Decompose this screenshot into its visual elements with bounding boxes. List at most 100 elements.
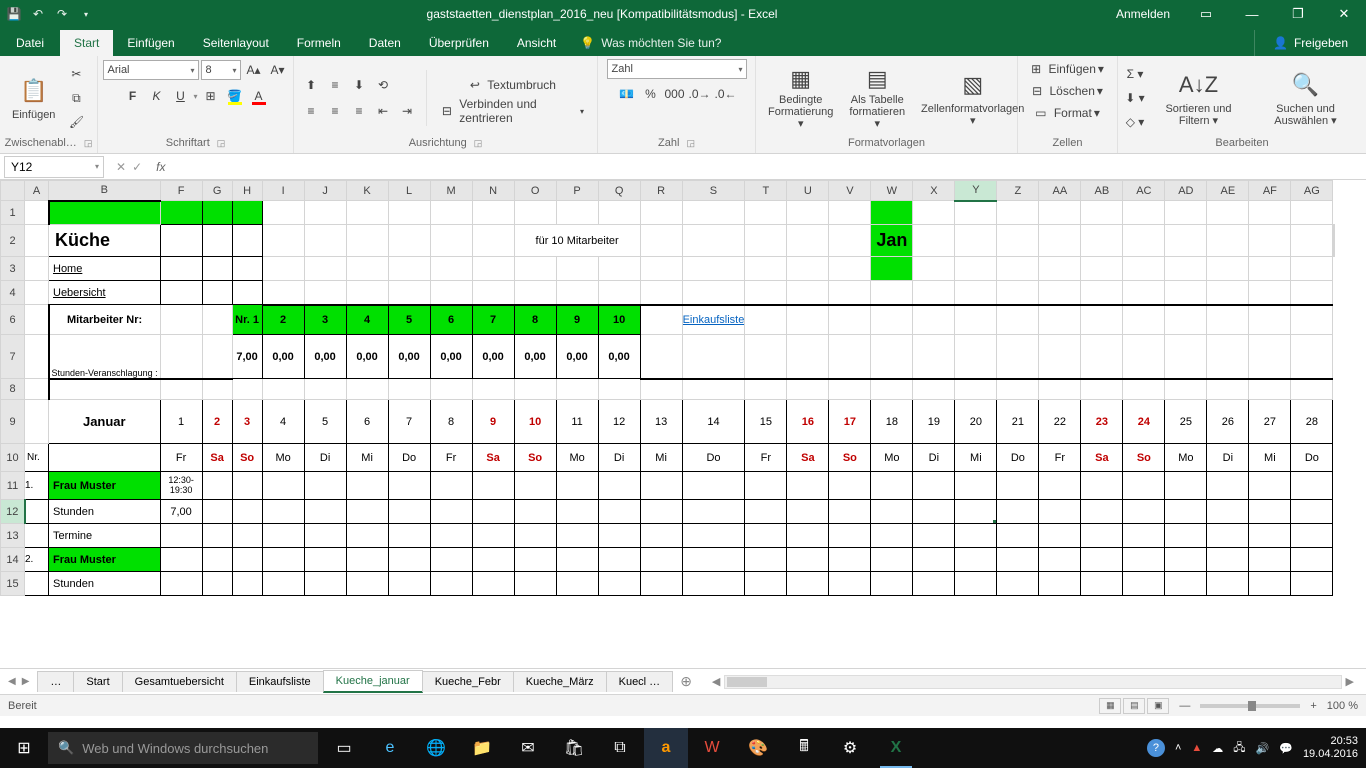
cell[interactable] bbox=[997, 305, 1039, 335]
cell[interactable] bbox=[1081, 548, 1123, 572]
col-header[interactable]: AD bbox=[1165, 181, 1207, 201]
row-header[interactable]: 15 bbox=[1, 572, 25, 596]
cell[interactable] bbox=[640, 201, 682, 225]
cell[interactable] bbox=[202, 572, 232, 596]
cell[interactable] bbox=[598, 201, 640, 225]
help-icon[interactable]: ? bbox=[1147, 739, 1165, 757]
cell[interactable] bbox=[514, 548, 556, 572]
cell[interactable] bbox=[472, 379, 514, 400]
cell[interactable] bbox=[25, 379, 49, 400]
qat-dropdown-icon[interactable]: ▾ bbox=[78, 6, 94, 22]
cell[interactable] bbox=[1081, 472, 1123, 500]
cell[interactable] bbox=[1249, 201, 1291, 225]
cell[interactable] bbox=[1207, 548, 1249, 572]
cell[interactable] bbox=[1165, 572, 1207, 596]
cell[interactable] bbox=[514, 500, 556, 524]
col-header[interactable]: F bbox=[160, 181, 202, 201]
cell[interactable] bbox=[1081, 572, 1123, 596]
volume-icon[interactable]: 🔊 bbox=[1256, 742, 1270, 755]
cell[interactable] bbox=[472, 201, 514, 225]
tab-layout[interactable]: Seitenlayout bbox=[189, 30, 283, 56]
cell[interactable] bbox=[682, 548, 745, 572]
cell[interactable] bbox=[1291, 281, 1333, 305]
cell[interactable] bbox=[745, 379, 787, 400]
row-header[interactable]: 6 bbox=[1, 305, 25, 335]
cell[interactable] bbox=[997, 225, 1039, 257]
cell[interactable] bbox=[304, 225, 346, 257]
cell[interactable] bbox=[1081, 379, 1123, 400]
notifications-icon[interactable]: 💬 bbox=[1279, 742, 1293, 755]
cell[interactable] bbox=[232, 281, 262, 305]
cell[interactable] bbox=[955, 524, 997, 548]
zoom-slider[interactable] bbox=[1200, 704, 1300, 708]
cell[interactable] bbox=[1291, 472, 1333, 500]
cell[interactable] bbox=[913, 379, 955, 400]
border-icon[interactable]: ⊞ bbox=[200, 85, 222, 107]
cell[interactable] bbox=[829, 201, 871, 225]
horizontal-scrollbar[interactable] bbox=[724, 675, 1341, 689]
align-right-icon[interactable]: ≡ bbox=[348, 100, 370, 122]
col-header[interactable]: T bbox=[745, 181, 787, 201]
undo-icon[interactable]: ↶ bbox=[30, 6, 46, 22]
cell[interactable] bbox=[160, 572, 202, 596]
cell[interactable] bbox=[598, 500, 640, 524]
cell[interactable] bbox=[202, 281, 232, 305]
cell[interactable] bbox=[1039, 500, 1081, 524]
start-button[interactable]: ⊞ bbox=[0, 728, 48, 768]
comma-icon[interactable]: 000 bbox=[663, 83, 685, 105]
cell[interactable] bbox=[955, 472, 997, 500]
hscroll-right-icon[interactable]: ▶ bbox=[1342, 675, 1358, 688]
cell[interactable] bbox=[232, 379, 262, 400]
cell[interactable] bbox=[745, 524, 787, 548]
align-left-icon[interactable]: ≡ bbox=[300, 100, 322, 122]
col-header[interactable]: L bbox=[388, 181, 430, 201]
cell[interactable] bbox=[598, 257, 640, 281]
cell[interactable] bbox=[682, 225, 745, 257]
cell[interactable] bbox=[997, 201, 1039, 225]
cell[interactable] bbox=[955, 572, 997, 596]
cell[interactable] bbox=[304, 257, 346, 281]
cell[interactable] bbox=[1165, 548, 1207, 572]
cell[interactable] bbox=[1291, 500, 1333, 524]
col-header[interactable]: K bbox=[346, 181, 388, 201]
cell[interactable] bbox=[1207, 500, 1249, 524]
cell[interactable] bbox=[202, 257, 232, 281]
col-header[interactable]: Q bbox=[598, 181, 640, 201]
network-icon[interactable]: 🖧 bbox=[1233, 739, 1245, 758]
cell[interactable] bbox=[682, 472, 745, 500]
wrap-text-button[interactable]: ↩ Textumbruch bbox=[435, 74, 591, 96]
cell[interactable] bbox=[787, 281, 829, 305]
col-header[interactable]: M bbox=[430, 181, 472, 201]
cell[interactable] bbox=[1249, 305, 1291, 335]
insert-cells-button[interactable]: ⊞ Einfügen ▾ bbox=[1026, 59, 1109, 79]
col-header[interactable]: X bbox=[913, 181, 955, 201]
cell[interactable] bbox=[232, 472, 262, 500]
cell[interactable] bbox=[682, 281, 745, 305]
cell[interactable] bbox=[49, 379, 161, 400]
cell[interactable] bbox=[913, 305, 955, 335]
cell[interactable] bbox=[1165, 257, 1207, 281]
cell[interactable] bbox=[913, 524, 955, 548]
cell[interactable] bbox=[1165, 225, 1207, 257]
row-header[interactable]: 12 bbox=[1, 500, 25, 524]
cell[interactable] bbox=[160, 257, 202, 281]
cell[interactable] bbox=[787, 548, 829, 572]
cell[interactable] bbox=[556, 281, 598, 305]
cell[interactable] bbox=[997, 472, 1039, 500]
cell[interactable] bbox=[913, 257, 955, 281]
dialog-launcher-icon[interactable]: ◲ bbox=[217, 138, 226, 149]
cell[interactable] bbox=[1291, 335, 1333, 379]
cell[interactable] bbox=[25, 201, 49, 225]
cell[interactable] bbox=[430, 572, 472, 596]
cell[interactable] bbox=[1249, 472, 1291, 500]
row-header[interactable]: 10 bbox=[1, 444, 25, 472]
cell[interactable] bbox=[1165, 379, 1207, 400]
col-header[interactable]: AB bbox=[1081, 181, 1123, 201]
cell[interactable] bbox=[745, 572, 787, 596]
cell[interactable] bbox=[1291, 379, 1333, 400]
cell[interactable] bbox=[1039, 305, 1081, 335]
cell[interactable] bbox=[1165, 500, 1207, 524]
cell[interactable] bbox=[430, 379, 472, 400]
cell[interactable] bbox=[388, 472, 430, 500]
cell[interactable] bbox=[304, 572, 346, 596]
